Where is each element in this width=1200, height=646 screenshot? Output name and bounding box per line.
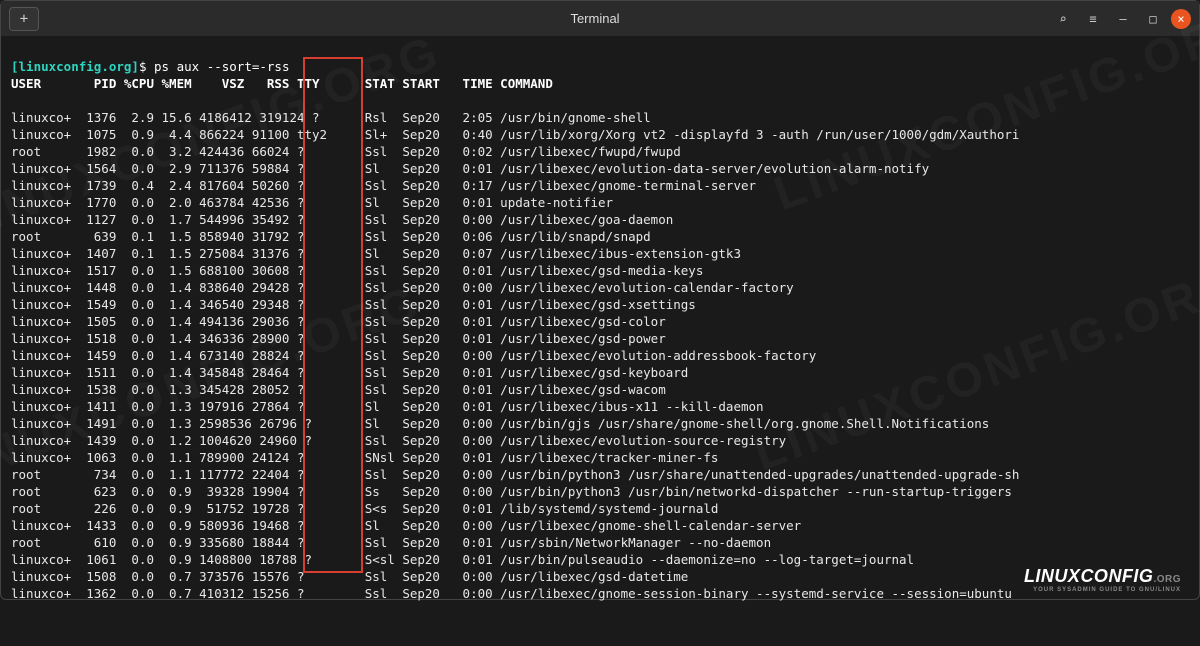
process-row: linuxco+ 1075 0.9 4.4 866224 91100 tty2 … <box>11 126 1189 143</box>
process-row: linuxco+ 1505 0.0 1.4 494136 29036 ? Ssl… <box>11 313 1189 330</box>
logo-suffix: .ORG <box>1153 574 1181 585</box>
process-row: root 1982 0.0 3.2 424436 66024 ? Ssl Sep… <box>11 143 1189 160</box>
new-tab-button[interactable]: + <box>9 7 39 31</box>
process-row: linuxco+ 1127 0.0 1.7 544996 35492 ? Ssl… <box>11 211 1189 228</box>
process-row: root 639 0.1 1.5 858940 31792 ? Ssl Sep2… <box>11 228 1189 245</box>
prompt-bracket-open: [ <box>11 59 19 74</box>
prompt-dollar: $ <box>139 59 154 74</box>
process-row: linuxco+ 1538 0.0 1.3 345428 28052 ? Ssl… <box>11 381 1189 398</box>
process-row: root 734 0.0 1.1 117772 22404 ? Ssl Sep2… <box>11 466 1189 483</box>
process-row: linuxco+ 1407 0.1 1.5 275084 31376 ? Sl … <box>11 245 1189 262</box>
search-icon: ⌕ <box>1059 12 1066 26</box>
logo-tagline: YOUR SYSADMIN GUIDE TO GNU/LINUX <box>1024 587 1181 593</box>
process-row: linuxco+ 1448 0.0 1.4 838640 29428 ? Ssl… <box>11 279 1189 296</box>
maximize-button[interactable]: □ <box>1141 7 1165 31</box>
close-button[interactable]: × <box>1171 9 1191 29</box>
minimize-icon: — <box>1119 12 1126 26</box>
titlebar-left: + <box>9 7 139 31</box>
terminal-output[interactable]: [linuxconfig.org]$ ps aux --sort=-rss US… <box>1 37 1199 646</box>
menu-icon: ≡ <box>1089 12 1096 26</box>
minimize-button[interactable]: — <box>1111 7 1135 31</box>
process-row: linuxco+ 1508 0.0 0.7 373576 15576 ? Ssl… <box>11 568 1189 585</box>
ps-header-row: USER PID %CPU %MEM VSZ RSS TTY STAT STAR… <box>11 75 1189 92</box>
process-row: linuxco+ 1439 0.0 1.2 1004620 24960 ? Ss… <box>11 432 1189 449</box>
window-titlebar: + Terminal ⌕ ≡ — □ × <box>1 1 1199 37</box>
process-row: linuxco+ 1549 0.0 1.4 346540 29348 ? Ssl… <box>11 296 1189 313</box>
process-row: linuxco+ 1518 0.0 1.4 346336 28900 ? Ssl… <box>11 330 1189 347</box>
process-row: linuxco+ 1061 0.0 0.9 1408800 18788 ? S<… <box>11 551 1189 568</box>
maximize-icon: □ <box>1149 12 1156 26</box>
prompt-hostname: linuxconfig.org <box>19 59 132 74</box>
process-row: linuxco+ 1517 0.0 1.5 688100 30608 ? Ssl… <box>11 262 1189 279</box>
command-text: ps aux --sort=-rss <box>154 59 289 74</box>
brand-logo: LINUXCONFIG.ORG YOUR SYSADMIN GUIDE TO G… <box>1024 566 1181 593</box>
process-row: linuxco+ 1362 0.0 0.7 410312 15256 ? Ssl… <box>11 585 1189 602</box>
process-row: linuxco+ 1491 0.0 1.3 2598536 26796 ? Sl… <box>11 415 1189 432</box>
process-row: linuxco+ 1739 0.4 2.4 817604 50260 ? Ssl… <box>11 177 1189 194</box>
process-row: linuxco+ 1459 0.0 1.4 673140 28824 ? Ssl… <box>11 347 1189 364</box>
prompt-bracket-close: ] <box>131 59 139 74</box>
close-icon: × <box>1177 12 1184 26</box>
process-row: root 623 0.0 0.9 39328 19904 ? Ss Sep20 … <box>11 483 1189 500</box>
window-title: Terminal <box>139 11 1051 26</box>
process-row: linuxco+ 1564 0.0 2.9 711376 59884 ? Sl … <box>11 160 1189 177</box>
process-row: linuxco+ 1411 0.0 1.3 197916 27864 ? Sl … <box>11 398 1189 415</box>
process-row: linuxco+ 1433 0.0 0.9 580936 19468 ? Sl … <box>11 517 1189 534</box>
search-button[interactable]: ⌕ <box>1051 7 1075 31</box>
process-row: linuxco+ 1770 0.0 2.0 463784 42536 ? Sl … <box>11 194 1189 211</box>
process-row: root 610 0.0 0.9 335680 18844 ? Ssl Sep2… <box>11 534 1189 551</box>
process-row: linuxco+ 1376 2.9 15.6 4186412 319124 ? … <box>11 109 1189 126</box>
process-row: root 226 0.0 0.9 51752 19728 ? S<s Sep20… <box>11 500 1189 517</box>
process-row: linuxco+ 1511 0.0 1.4 345848 28464 ? Ssl… <box>11 364 1189 381</box>
titlebar-right: ⌕ ≡ — □ × <box>1051 7 1191 31</box>
menu-button[interactable]: ≡ <box>1081 7 1105 31</box>
logo-main: LINUXCONFIG <box>1024 566 1154 586</box>
process-row: linuxco+ 1063 0.0 1.1 789900 24124 ? SNs… <box>11 449 1189 466</box>
